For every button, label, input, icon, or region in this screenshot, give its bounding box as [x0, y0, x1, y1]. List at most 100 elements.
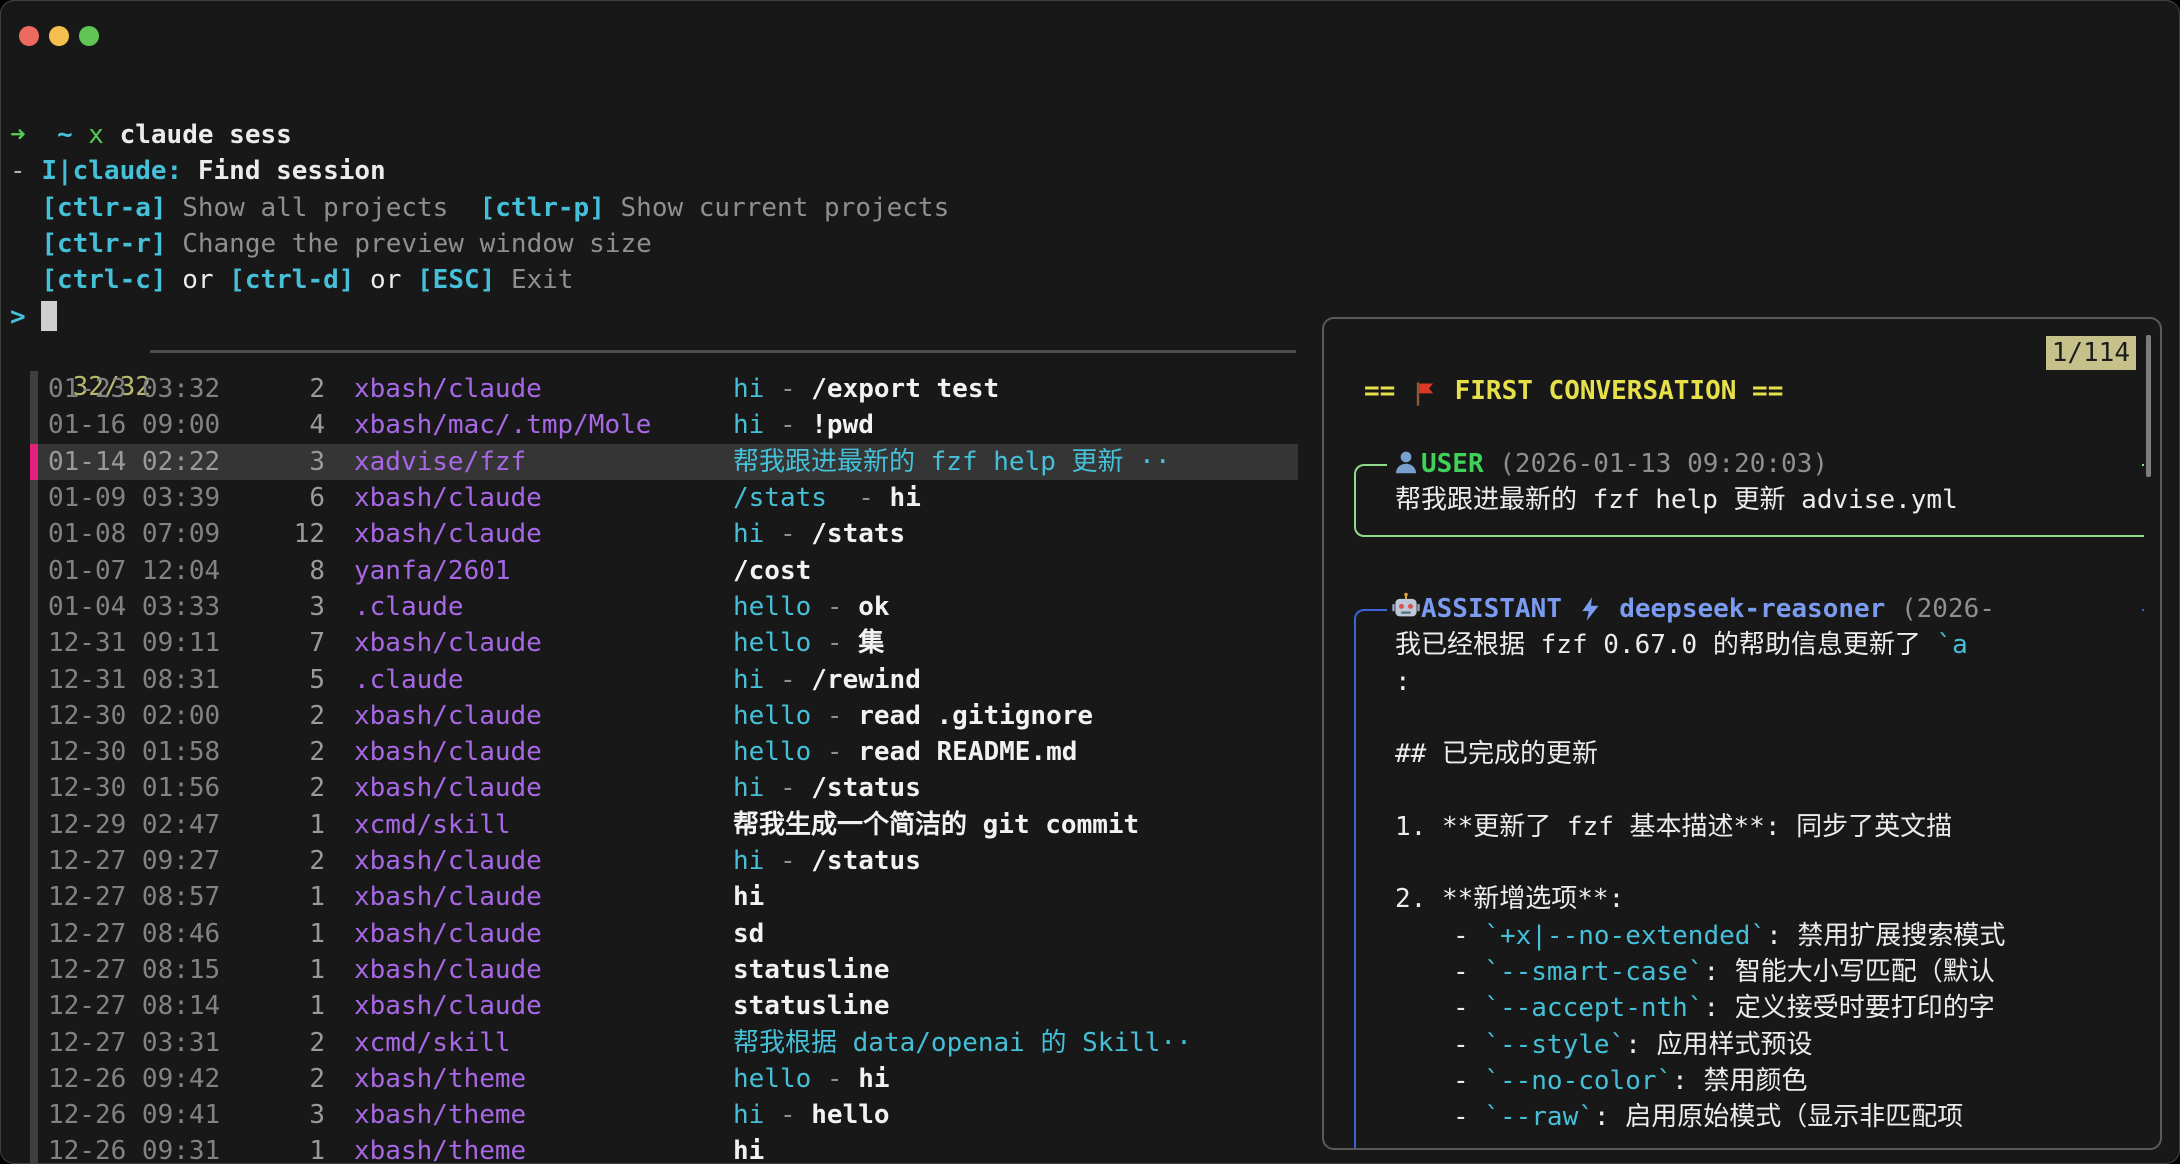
cursor[interactable] — [41, 301, 58, 331]
session-row[interactable]: 01-23 03:32 2 xbash/claude hi - /export tes… — [0, 371, 1310, 407]
fzf-help-line: [ctlr-r] Change the preview window size — [41, 229, 652, 259]
row-message: hi - !pwd — [733, 410, 874, 440]
session-row[interactable]: 12-31 09:11 7 xbash/claude hello - 集 — [0, 625, 1310, 661]
search-prompt[interactable]: > — [10, 299, 58, 335]
row-project: xbash/claude — [354, 483, 542, 513]
session-row[interactable]: 01-07 12:04 8 yanfa/2601/cost — [0, 553, 1310, 589]
session-row[interactable]: 01-08 07:09 12 xbash/claude hi - /stats — [0, 516, 1310, 552]
assistant-label: ASSISTANT — [1421, 594, 1578, 624]
session-row[interactable]: 01-14 02:22 3 xadvise/fzf 帮我跟进最新的 fzf help … — [0, 444, 1310, 480]
row-project: xbash/claude — [354, 701, 542, 731]
row-date: 12-27 09:27 — [48, 846, 221, 876]
fzf-help-line: [ctrl-c] or [ctrl-d] or [ESC] Exit — [41, 265, 574, 295]
row-project: xbash/claude — [354, 991, 542, 1021]
session-row[interactable]: 12-26 09:31 1 xbash/theme hi — [0, 1133, 1310, 1164]
user-message: 帮我跟进最新的 fzf help 更新 advise.yml — [1395, 485, 1958, 515]
session-row[interactable]: 12-27 03:31 2 xcmd/skill 帮我根据 data/openai 的… — [0, 1025, 1310, 1061]
row-message: hi - /stats — [733, 519, 906, 549]
row-date: 12-31 08:31 — [48, 665, 221, 695]
assistant-line: ## 已完成的更新 — [1395, 739, 1598, 769]
counter-divider — [150, 350, 1296, 353]
row-message: hello - read README.md — [733, 737, 1078, 767]
row-project: xbash/theme — [354, 1064, 527, 1094]
row-project: yanfa/2601 — [354, 556, 511, 586]
session-row[interactable]: 12-27 08:46 1 xbash/claude sd — [0, 916, 1310, 952]
row-date: 01-23 03:32 — [48, 374, 221, 404]
session-row[interactable]: 12-29 02:47 1 xcmd/skill 帮我生成一个简洁的 git comm… — [0, 807, 1310, 843]
row-count: 2 — [309, 1064, 325, 1094]
row-count: 6 — [309, 483, 325, 513]
row-count: 8 — [309, 556, 325, 586]
row-project: xcmd/skill — [354, 810, 511, 840]
row-date: 01-16 09:00 — [48, 410, 221, 440]
row-project: xbash/claude — [354, 628, 542, 658]
row-message: hello - 集 — [733, 628, 885, 658]
row-message: hi - hello — [733, 1100, 890, 1130]
row-pointer — [30, 444, 38, 480]
row-count: 2 — [309, 737, 325, 767]
session-row[interactable]: 12-27 08:14 1 xbash/claude statusline — [0, 988, 1310, 1024]
row-project: xbash/theme — [354, 1136, 527, 1164]
assistant-line: - `--smart-case`: 智能大小写匹配（默认 — [1453, 957, 1995, 987]
row-date: 12-26 09:31 — [48, 1136, 221, 1164]
row-date: 12-27 08:46 — [48, 919, 221, 949]
lightning-icon — [1578, 596, 1604, 627]
session-row[interactable]: 12-31 08:31 5 .claude hi - /rewind — [0, 662, 1310, 698]
session-row[interactable]: 01-04 03:33 3 .claude hello - ok — [0, 589, 1310, 625]
preview-scrollbar[interactable] — [2146, 335, 2151, 477]
row-message: hello - ok — [733, 592, 890, 622]
row-count: 3 — [309, 592, 325, 622]
row-project: xbash/claude — [354, 882, 542, 912]
row-count: 1 — [309, 810, 325, 840]
session-row[interactable]: 12-27 09:27 2 xbash/claude hi - /status — [0, 843, 1310, 879]
row-message: statusline — [733, 991, 890, 1021]
row-count: 3 — [309, 447, 325, 477]
session-row[interactable]: 12-30 01:58 2 xbash/claude hello - read REA… — [0, 734, 1310, 770]
row-date: 12-26 09:42 — [48, 1064, 221, 1094]
row-project: xbash/mac/.tmp/Mole — [354, 410, 652, 440]
person-icon — [1391, 447, 1421, 482]
row-message: hi - /export test — [733, 374, 1000, 404]
session-row[interactable]: 12-26 09:41 3 xbash/theme hi - hello — [0, 1097, 1310, 1133]
session-row[interactable]: 12-30 01:56 2 xbash/claude hi - /status — [0, 770, 1310, 806]
assistant-line: - `--style`: 应用样式预设 — [1453, 1030, 1813, 1060]
row-count: 3 — [309, 1100, 325, 1130]
row-message: 帮我跟进最新的 fzf help 更新 ·· — [733, 447, 1171, 477]
assistant-model: deepseek-reasoner — [1603, 594, 1886, 624]
session-row[interactable]: 01-09 03:39 6 xbash/claude/stats - hi — [0, 480, 1310, 516]
row-message: statusline — [733, 955, 890, 985]
row-project: xbash/claude — [354, 374, 542, 404]
row-message: 帮我根据 data/openai 的 Skill·· — [733, 1028, 1192, 1058]
row-count: 2 — [309, 701, 325, 731]
session-row[interactable]: 12-27 08:15 1 xbash/claude statusline — [0, 952, 1310, 988]
row-message: 帮我生成一个简洁的 git commit — [733, 810, 1140, 840]
row-count: 2 — [309, 773, 325, 803]
row-count: 1 — [309, 1136, 325, 1164]
conversation-title: == FIRST CONVERSATION == — [1364, 373, 2146, 409]
session-row[interactable]: 12-30 02:00 2 xbash/claude hello - read .gi… — [0, 698, 1310, 734]
fzf-help-line: [ctlr-a] Show all projects [ctlr-p] Show… — [41, 193, 950, 223]
row-date: 01-09 03:39 — [48, 483, 221, 513]
row-count: 4 — [309, 410, 325, 440]
row-message: hello - hi — [733, 1064, 890, 1094]
zoom-button[interactable] — [79, 26, 99, 46]
minimize-button[interactable] — [49, 26, 69, 46]
row-project: .claude — [354, 592, 464, 622]
row-date: 01-07 12:04 — [48, 556, 221, 586]
red-flag-icon — [1411, 378, 1439, 409]
row-date: 12-29 02:47 — [48, 810, 221, 840]
assistant-line: 2. **新增选项**: — [1395, 884, 1625, 914]
close-button[interactable] — [19, 26, 39, 46]
row-count: 12 — [293, 519, 325, 549]
session-row[interactable]: 12-27 08:57 1 xbash/claude hi — [0, 879, 1310, 915]
row-date: 12-26 09:41 — [48, 1100, 221, 1130]
row-message: /cost — [733, 556, 812, 586]
session-row[interactable]: 01-16 09:00 4 xbash/mac/.tmp/Mole hi - !pwd — [0, 407, 1310, 443]
row-count: 1 — [309, 991, 325, 1021]
session-row[interactable]: 12-26 09:42 2 xbash/theme hello - hi — [0, 1061, 1310, 1097]
user-label: USER — [1421, 449, 1484, 479]
row-count: 7 — [309, 628, 325, 658]
row-count: 5 — [309, 665, 325, 695]
user-header: USER (2026-01-13 09:20:03) — [1387, 446, 2142, 482]
row-message: hi - /rewind — [733, 665, 921, 695]
